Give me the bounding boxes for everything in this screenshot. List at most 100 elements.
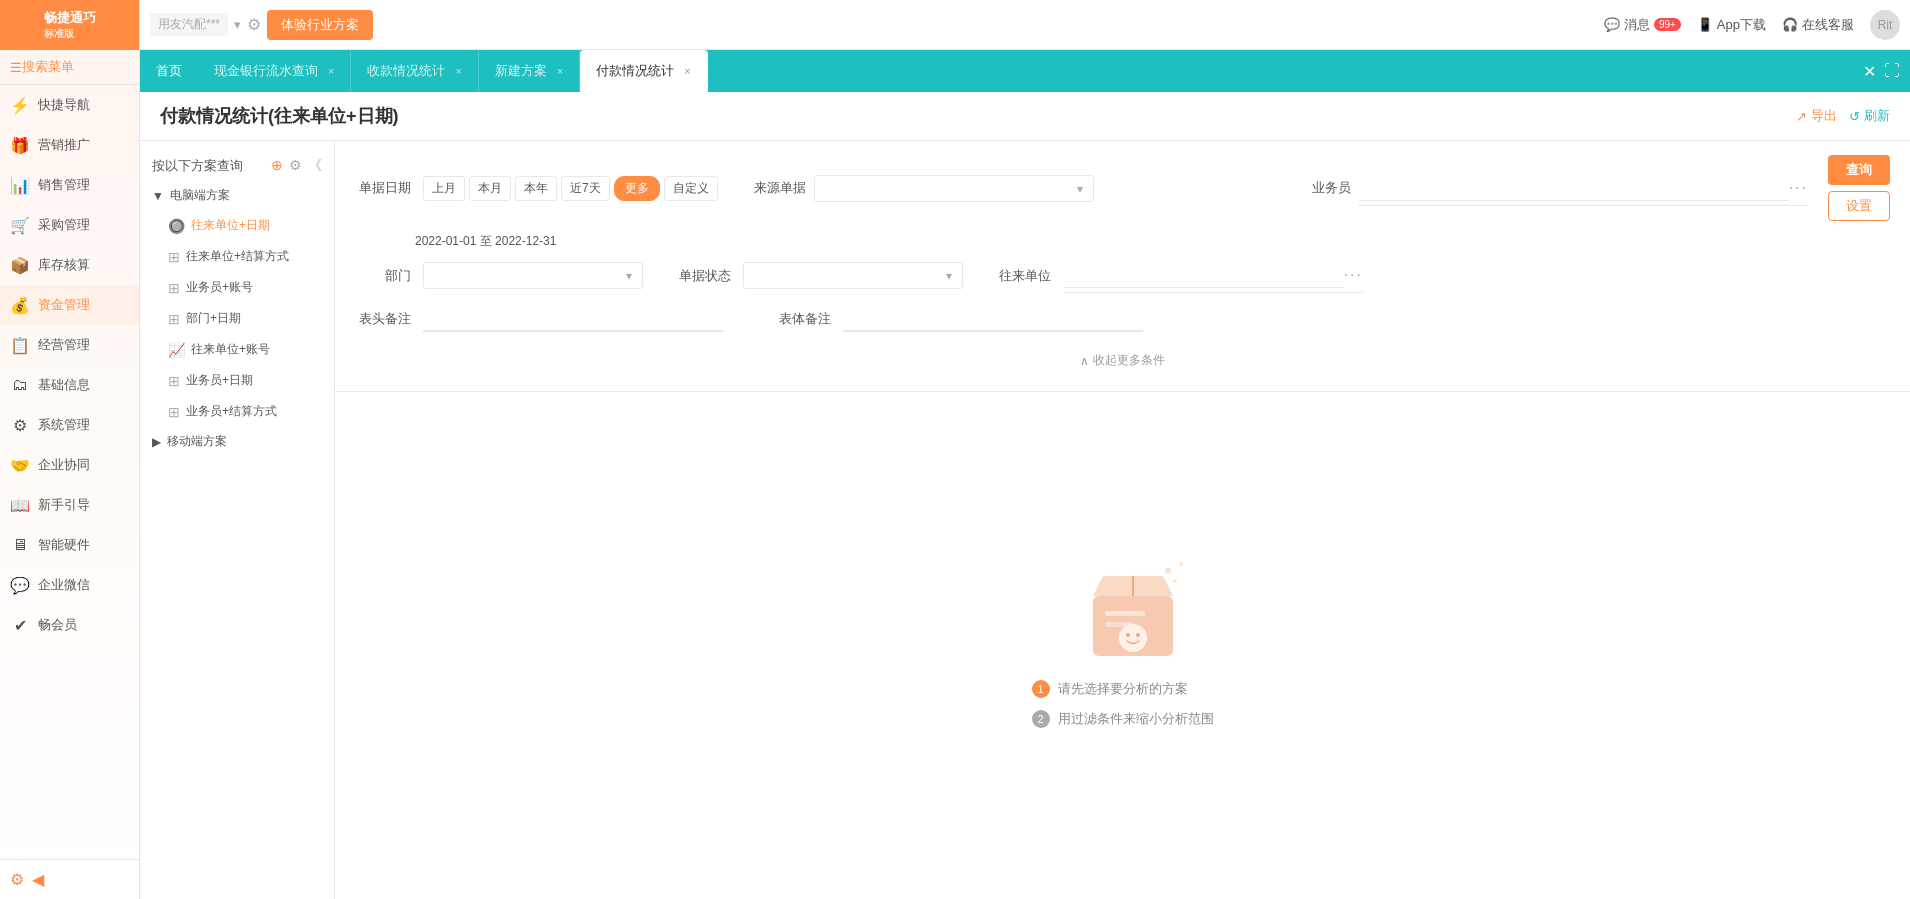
pc-group-title[interactable]: ▼ 电脑端方案	[140, 181, 334, 210]
company-name: 用友汽配***	[150, 13, 228, 36]
date-btn-this-month[interactable]: 本月	[469, 176, 511, 201]
scheme-counterpart-account[interactable]: 📈 往来单位+账号	[140, 334, 334, 365]
sidebar-label-guide: 新手引导	[38, 496, 90, 514]
scheme-salesman-account[interactable]: ⊞ 业务员+账号	[140, 272, 334, 303]
scheme-label-dept-date: 部门+日期	[186, 310, 241, 327]
tab-receipt-stats[interactable]: 收款情况统计 ×	[351, 50, 478, 92]
sidebar-item-weixin[interactable]: 💬 企业微信	[0, 565, 139, 605]
scheme-label-salesman-date: 业务员+日期	[186, 372, 253, 389]
tab-pay-stats[interactable]: 付款情况统计 ×	[580, 50, 707, 92]
source-voucher-chevron	[1077, 181, 1083, 196]
money-icon: 💰	[10, 295, 30, 315]
tab-home-label: 首页	[156, 62, 182, 80]
lightning-icon: ⚡	[10, 95, 30, 115]
tab-new-plan-close[interactable]: ×	[557, 65, 563, 77]
monitor-icon: 🖥	[10, 535, 30, 555]
settings-scheme-icon[interactable]: ⚙	[289, 157, 302, 175]
sidebar-item-quick-nav[interactable]: ⚡ 快捷导航	[0, 85, 139, 125]
date-btn-custom[interactable]: 自定义	[664, 176, 718, 201]
counterpart-dots[interactable]: ···	[1344, 266, 1363, 284]
tab-pay-stats-close[interactable]: ×	[684, 65, 690, 77]
sidebar-item-member[interactable]: ✔ 畅会员	[0, 605, 139, 645]
scheme-dept-date[interactable]: ⊞ 部门+日期	[140, 303, 334, 334]
query-button[interactable]: 查询	[1828, 155, 1890, 185]
trial-button[interactable]: 体验行业方案	[267, 10, 373, 40]
settings-icon[interactable]: ⚙	[247, 15, 261, 34]
tabbar: 首页 现金银行流水查询 × 收款情况统计 × 新建方案 × 付款情况统计 × ✕…	[140, 50, 1910, 92]
right-content: 单据日期 上月 本月 本年 近7天 更多 自定义 来源单据	[335, 141, 1910, 899]
sidebar-item-purchase[interactable]: 🛒 采购管理	[0, 205, 139, 245]
filter-dates: 上月 本月 本年 近7天 更多 自定义	[423, 176, 718, 201]
date-btn-this-year[interactable]: 本年	[515, 176, 557, 201]
sidebar-item-sales[interactable]: 📊 销售管理	[0, 165, 139, 205]
service-button[interactable]: 🎧 在线客服	[1782, 16, 1854, 34]
collapse-more-button[interactable]: ∧ 收起更多条件	[355, 344, 1890, 377]
sidebar-item-guide[interactable]: 📖 新手引导	[0, 485, 139, 525]
sidebar-item-marketing[interactable]: 🎁 营销推广	[0, 125, 139, 165]
empty-tip-row-1: 1 请先选择要分析的方案	[1032, 676, 1214, 702]
book-icon: 📖	[10, 495, 30, 515]
sidebar-item-system[interactable]: ⚙ 系统管理	[0, 405, 139, 445]
company-dropdown-icon[interactable]: ▾	[234, 17, 241, 32]
date-btn-more[interactable]: 更多	[614, 176, 660, 201]
sidebar-label-finance: 资金管理	[38, 296, 90, 314]
expand-icon[interactable]: ⛶	[1884, 62, 1900, 80]
tab-receipt-stats-close[interactable]: ×	[455, 65, 461, 77]
scheme-salesman-settlement[interactable]: ⊞ 业务员+结算方式	[140, 396, 334, 427]
header-note-input[interactable]	[423, 305, 723, 331]
sidebar-item-enterprise[interactable]: 🤝 企业协同	[0, 445, 139, 485]
body-note-input[interactable]	[843, 305, 1143, 331]
tab-bank-flow-close[interactable]: ×	[328, 65, 334, 77]
topbar-right: 💬 消息 99+ 📱 App下载 🎧 在线客服 Rit	[1604, 10, 1900, 40]
close-all-tabs-icon[interactable]: ✕	[1863, 62, 1876, 81]
left-panel: 按以下方案查询 ⊕ ⚙ 《 ▼ 电脑端方案 🔘 往来单位+日期	[140, 141, 335, 899]
settings-button[interactable]: 设置	[1828, 191, 1890, 221]
dept-select[interactable]	[423, 262, 643, 289]
date-btn-7days[interactable]: 近7天	[561, 176, 610, 201]
scheme-counterpart-date[interactable]: 🔘 往来单位+日期	[140, 210, 334, 241]
message-badge: 99+	[1654, 18, 1681, 31]
sidebar-item-search-menu[interactable]: ☰ 搜索菜单	[0, 50, 139, 85]
refresh-button[interactable]: ↺ 刷新	[1849, 107, 1890, 125]
scheme-salesman-date[interactable]: ⊞ 业务员+日期	[140, 365, 334, 396]
collapse-panel-icon[interactable]: 《	[308, 157, 322, 175]
message-button[interactable]: 💬 消息 99+	[1604, 16, 1681, 34]
sidebar-item-basic-info[interactable]: 🗂 基础信息	[0, 365, 139, 405]
counterpart-input[interactable]	[1063, 262, 1344, 288]
topbar-logo-area: 用友汽配*** ▾ ⚙ 体验行业方案	[150, 10, 1596, 40]
sidebar-label-marketing: 营销推广	[38, 136, 90, 154]
filter-row-2: 部门 单据状态 往来单位 ···	[355, 258, 1890, 293]
empty-svg	[1063, 556, 1203, 666]
source-voucher-select[interactable]	[814, 175, 1094, 202]
voucher-status-select[interactable]	[743, 262, 963, 289]
collapse-sidebar-icon[interactable]: ◀	[32, 870, 44, 889]
tab-home[interactable]: 首页	[140, 50, 198, 92]
scheme-label-salesman-account: 业务员+账号	[186, 279, 253, 296]
salesman-dots[interactable]: ···	[1789, 179, 1808, 197]
mobile-group-title[interactable]: ▶ 移动端方案	[140, 427, 334, 456]
sidebar-logo-text: 畅捷通巧	[44, 9, 96, 27]
app-download-button[interactable]: 📱 App下载	[1697, 16, 1766, 34]
header-note-label: 表头备注	[355, 310, 411, 328]
sidebar-item-hardware[interactable]: 🖥 智能硬件	[0, 525, 139, 565]
sidebar-label-inventory: 库存核算	[38, 256, 90, 274]
sidebar-item-finance[interactable]: 💰 资金管理	[0, 285, 139, 325]
add-scheme-icon[interactable]: ⊕	[271, 157, 283, 175]
scheme-counterpart-settlement[interactable]: ⊞ 往来单位+结算方式	[140, 241, 334, 272]
avatar-text: Rit	[1878, 18, 1893, 32]
salesman-input[interactable]	[1359, 175, 1789, 201]
scheme-label-counterpart-date: 往来单位+日期	[191, 217, 270, 234]
tabbar-right: ✕ ⛶	[1863, 62, 1910, 81]
date-btn-last-month[interactable]: 上月	[423, 176, 465, 201]
tab-bank-flow-label: 现金银行流水查询	[214, 62, 318, 80]
folder-icon: 🗂	[10, 375, 30, 395]
empty-illustration	[1063, 556, 1183, 656]
export-button[interactable]: ↗ 导出	[1796, 107, 1837, 125]
tab-bank-flow[interactable]: 现金银行流水查询 ×	[198, 50, 351, 92]
user-avatar[interactable]: Rit	[1870, 10, 1900, 40]
tab-new-plan[interactable]: 新建方案 ×	[479, 50, 580, 92]
sidebar-item-operations[interactable]: 📋 经营管理	[0, 325, 139, 365]
sidebar-item-inventory[interactable]: 📦 库存核算	[0, 245, 139, 285]
salesman-label: 业务员	[1295, 179, 1351, 197]
settings-bottom-icon[interactable]: ⚙	[10, 870, 24, 889]
